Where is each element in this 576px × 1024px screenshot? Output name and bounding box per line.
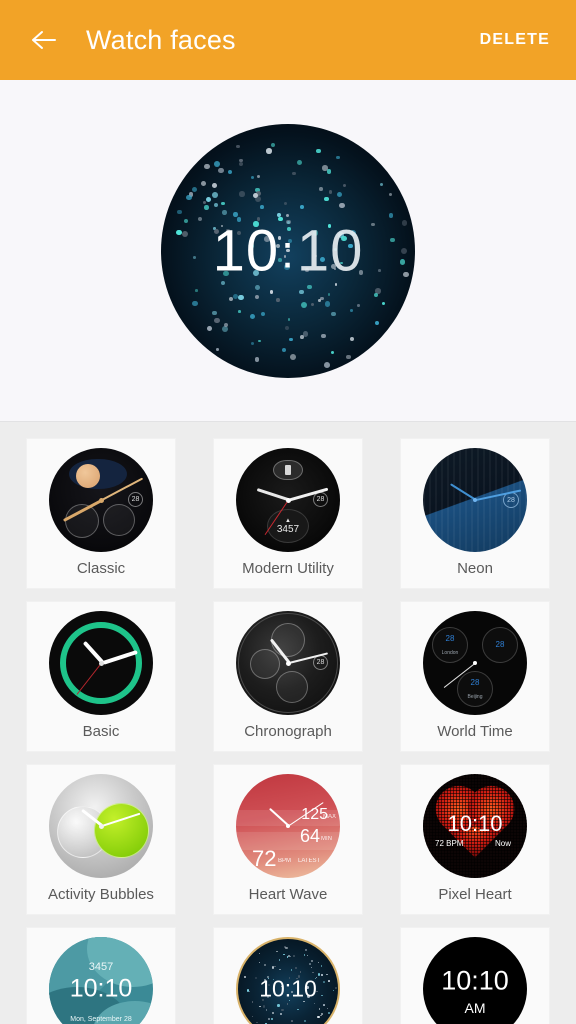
world-date-3: 28 xyxy=(470,677,480,687)
watch-face-card-chronograph[interactable]: 28 Chronograph xyxy=(213,601,363,752)
hr-bpm-label: BPM xyxy=(278,858,292,864)
arrow-left-icon xyxy=(31,29,57,51)
hr-max-label: MAX xyxy=(322,814,336,820)
hr-min-label: MIN xyxy=(321,836,332,842)
watch-face-card-neon[interactable]: 28 Neon xyxy=(400,438,550,589)
world-date-1: 28 xyxy=(445,633,455,643)
watch-face-card-modern-utility[interactable]: ▲ 3457 28 Modern Utility xyxy=(213,438,363,589)
watch-face-card-activity-bubbles[interactable]: Activity Bubbles xyxy=(26,764,176,915)
face-preview-modern-utility: ▲ 3457 28 xyxy=(236,448,340,552)
hr-min-value: 64 xyxy=(299,826,320,846)
face-preview-world-time: 28 London 28 28 Beijing xyxy=(423,611,527,715)
date-complication: 28 xyxy=(128,492,143,507)
watch-face-card-classic[interactable]: 28 Classic xyxy=(26,438,176,589)
face-preview-pixel-heart: 10:10 72 BPM Now xyxy=(423,774,527,878)
world-city-2: Beijing xyxy=(467,693,483,700)
teal-time: 10:10 xyxy=(69,974,133,1003)
activity-bubble-green xyxy=(94,803,149,858)
preview-hour: 10 xyxy=(212,218,280,283)
black-time: 10:10 xyxy=(441,965,509,996)
face-preview-chronograph: 28 xyxy=(236,611,340,715)
hr-latest-value: 72 xyxy=(252,846,277,871)
step-complication: ▲ 3457 xyxy=(267,509,309,543)
preview-watch-face[interactable]: 10:10 xyxy=(161,123,415,378)
watch-face-card-gold-starfield[interactable]: 10:10 xyxy=(213,927,363,1024)
world-date-2: 28 xyxy=(495,640,505,649)
teal-step-count: 3457 xyxy=(88,961,114,973)
hr-latest-label: LATEST xyxy=(298,858,321,864)
face-preview-basic xyxy=(49,611,153,715)
battery-icon xyxy=(273,460,303,480)
app-header: Watch faces DELETE xyxy=(0,0,576,80)
watch-face-card-black-digital[interactable]: 10:10 AM xyxy=(400,927,550,1024)
face-preview-activity-bubbles xyxy=(49,774,153,878)
watch-face-card-pixel-heart[interactable]: 10:10 72 BPM Now Pixel Heart xyxy=(400,764,550,915)
face-preview-gold-starfield: 10:10 xyxy=(236,937,340,1024)
face-preview-neon: 28 xyxy=(423,448,527,552)
page-title: Watch faces xyxy=(86,24,236,55)
watch-face-card-basic[interactable]: Basic xyxy=(26,601,176,752)
face-preview-classic: 28 xyxy=(49,448,153,552)
face-preview-teal-waves: 3457 10:10 Mon, September 28 xyxy=(49,937,153,1024)
teal-date: Mon, September 28 xyxy=(70,1016,132,1023)
pixel-heart-time: 10:10 xyxy=(447,810,503,836)
face-preview-black-digital: 10:10 AM xyxy=(423,937,527,1024)
card-label: Pixel Heart xyxy=(438,886,512,903)
watch-face-preview-area: 10:10 xyxy=(0,80,576,422)
world-city-1: London xyxy=(441,649,459,656)
date-complication: 28 xyxy=(313,492,328,507)
card-label: Basic xyxy=(82,723,120,740)
black-meridiem: AM xyxy=(464,999,486,1016)
pixel-heart-now: Now xyxy=(494,839,511,848)
watch-face-card-heart-wave[interactable]: 125 MAX 64 MIN 72 BPM LATEST Heart Wave xyxy=(213,764,363,915)
preview-minute: 10 xyxy=(296,218,364,283)
card-label: Chronograph xyxy=(244,723,332,740)
gold-time: 10:10 xyxy=(259,975,317,1002)
card-label: Heart Wave xyxy=(248,886,328,903)
watch-face-card-world-time[interactable]: 28 London 28 28 Beijing World Time xyxy=(400,601,550,752)
delete-button[interactable]: DELETE xyxy=(476,23,554,57)
card-label: Modern Utility xyxy=(242,560,334,577)
card-label: Classic xyxy=(76,560,126,577)
step-count: 3457 xyxy=(276,523,300,535)
preview-time: 10:10 xyxy=(213,217,364,284)
face-preview-heart-wave: 125 MAX 64 MIN 72 BPM LATEST xyxy=(236,774,340,878)
card-label: World Time xyxy=(437,723,513,740)
card-label: Activity Bubbles xyxy=(48,886,154,903)
preview-colon: : xyxy=(281,225,295,277)
watch-face-card-teal-waves[interactable]: 3457 10:10 Mon, September 28 xyxy=(26,927,176,1024)
watch-face-grid: 28 Classic ▲ 3457 28 Modern Utility 28 N… xyxy=(0,422,576,1024)
pixel-heart-bpm: 72 BPM xyxy=(435,839,464,848)
back-button[interactable] xyxy=(22,18,66,62)
card-label: Neon xyxy=(457,560,493,577)
